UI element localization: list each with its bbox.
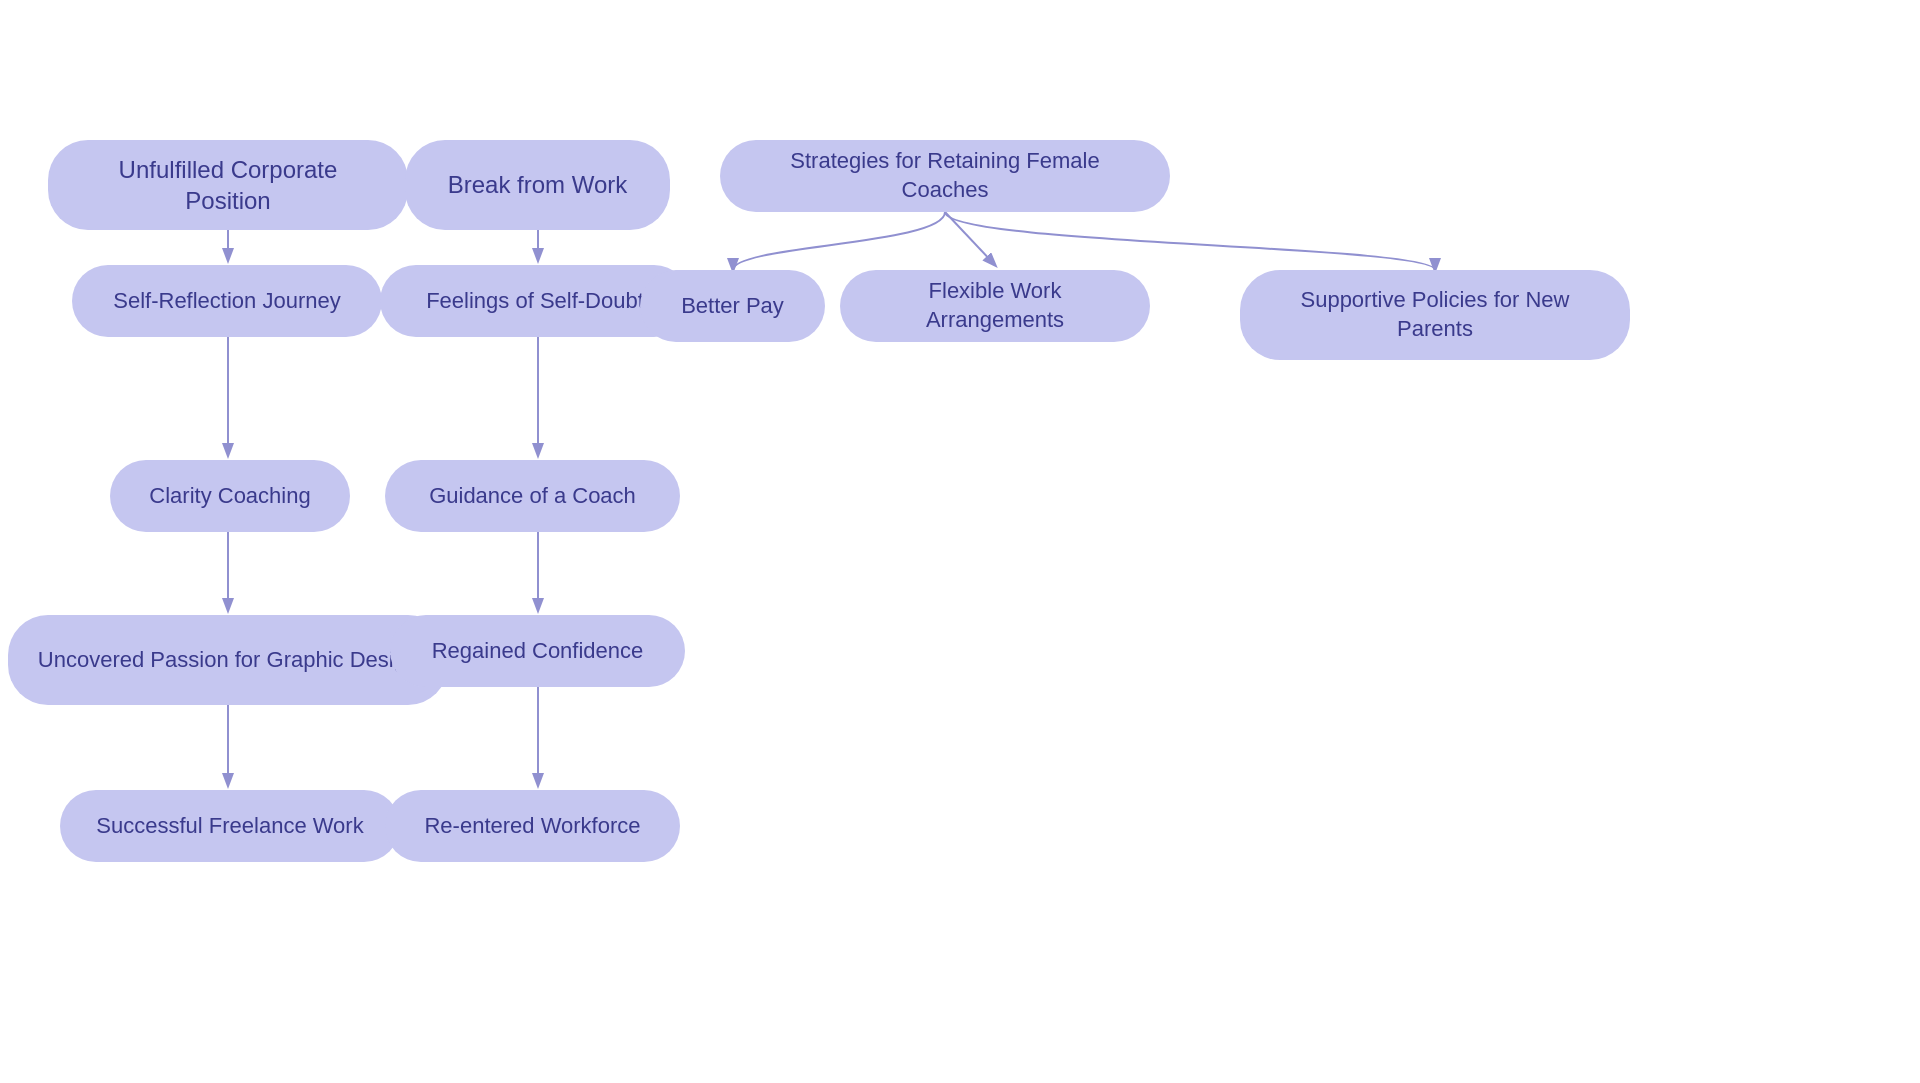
node-supportive-policies: Supportive Policies for New Parents <box>1240 270 1630 360</box>
node-flexible-work: Flexible Work Arrangements <box>840 270 1150 342</box>
node-successful-freelance: Successful Freelance Work <box>60 790 400 862</box>
node-uncovered-passion: Uncovered Passion for Graphic Design <box>8 615 448 705</box>
node-re-entered-workforce: Re-entered Workforce <box>385 790 680 862</box>
node-break-from-work: Break from Work <box>405 140 670 230</box>
arrow-c3-root-c2 <box>945 212 995 265</box>
node-strategies-retaining: Strategies for Retaining Female Coaches <box>720 140 1170 212</box>
node-regained-confidence: Regained Confidence <box>390 615 685 687</box>
node-guidance-coach: Guidance of a Coach <box>385 460 680 532</box>
node-self-reflection: Self-Reflection Journey <box>72 265 382 337</box>
node-clarity-coaching: Clarity Coaching <box>110 460 350 532</box>
arrow-c3-root-c3 <box>945 212 1435 270</box>
arrow-c3-root-c1 <box>733 212 945 270</box>
diagram-container: Unfulfilled Corporate Position Self-Refl… <box>0 0 1920 1083</box>
node-unfulfilled-corporate: Unfulfilled Corporate Position <box>48 140 408 230</box>
node-better-pay: Better Pay <box>640 270 825 342</box>
